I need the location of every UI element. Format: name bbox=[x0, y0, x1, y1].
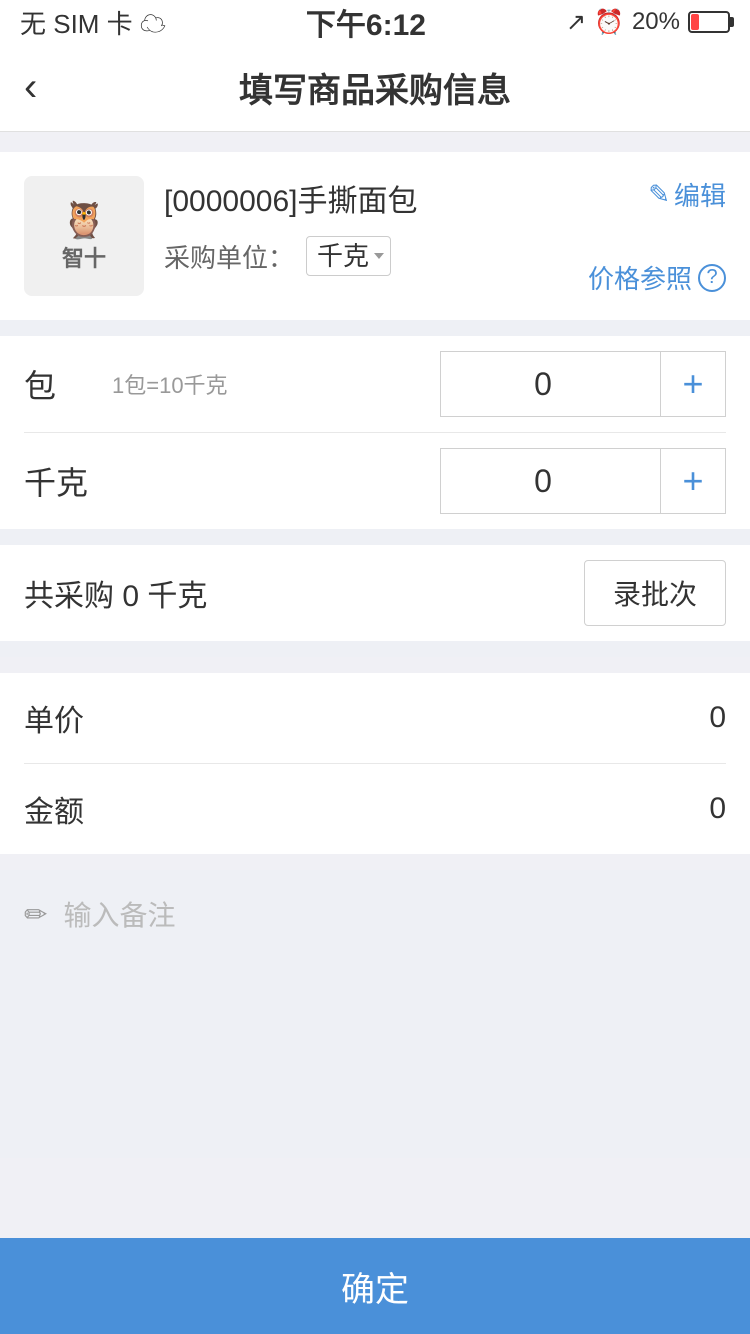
location-icon: ↗ bbox=[566, 8, 586, 37]
input-section: 包 1包=10千克 + 千克 + bbox=[0, 336, 750, 529]
kg-quantity-input[interactable] bbox=[440, 448, 660, 514]
price-section: 单价 0 金额 0 bbox=[0, 673, 750, 854]
status-time: 下午6:12 bbox=[306, 0, 426, 44]
unit-select[interactable]: 千克 包 bbox=[306, 236, 391, 276]
product-image: 🦉 智十 bbox=[24, 176, 144, 296]
divider-1 bbox=[0, 320, 750, 336]
edit-icon: ✎ bbox=[648, 179, 670, 210]
amount-value: 0 bbox=[709, 792, 726, 826]
battery-icon bbox=[688, 11, 730, 33]
kg-plus-button[interactable]: + bbox=[660, 448, 726, 514]
sim-status: 无 SIM 卡 ☁ bbox=[20, 4, 166, 41]
nav-bar: ‹ 填写商品采购信息 bbox=[0, 44, 750, 132]
bag-plus-button[interactable]: + bbox=[660, 351, 726, 417]
edit-button[interactable]: ✎ 编辑 bbox=[648, 176, 726, 213]
unit-price-row: 单价 0 bbox=[0, 673, 750, 763]
bag-sublabel: 1包=10千克 bbox=[112, 368, 228, 400]
alarm-icon: ⏰ bbox=[594, 8, 624, 37]
unit-price-label: 单价 bbox=[24, 696, 84, 740]
amount-row: 金额 0 bbox=[0, 764, 750, 854]
product-actions: ✎ 编辑 bbox=[648, 176, 726, 213]
total-label: 共采购 0 千克 bbox=[24, 571, 207, 615]
bag-input-row: 包 1包=10千克 + bbox=[0, 336, 750, 432]
edit-label: 编辑 bbox=[674, 176, 726, 213]
bag-label: 包 bbox=[24, 361, 104, 407]
unit-price-value: 0 bbox=[709, 701, 726, 735]
page-title: 填写商品采购信息 bbox=[239, 63, 511, 112]
divider-4 bbox=[0, 641, 750, 657]
back-button[interactable]: ‹ bbox=[24, 65, 37, 110]
notes-placeholder: 输入备注 bbox=[63, 894, 175, 934]
kg-label: 千克 bbox=[24, 458, 104, 504]
amount-label: 金额 bbox=[24, 787, 84, 831]
price-ref-label: 价格参照 bbox=[588, 259, 692, 296]
notes-icon: ✏ bbox=[24, 898, 47, 931]
status-bar: 无 SIM 卡 ☁ 下午6:12 ↗ ⏰ 20% bbox=[0, 0, 750, 44]
content-spacer bbox=[0, 958, 750, 1158]
batch-button[interactable]: 录批次 bbox=[584, 560, 726, 626]
bag-quantity-input[interactable] bbox=[440, 351, 660, 417]
product-logo: 🦉 智十 bbox=[62, 199, 107, 273]
kg-input-row: 千克 + bbox=[0, 433, 750, 529]
product-name: [0000006]手撕面包 bbox=[164, 176, 726, 220]
status-right: ↗ ⏰ 20% bbox=[566, 8, 730, 37]
logo-icon: 🦉 bbox=[62, 199, 107, 241]
confirm-button[interactable]: 确定 bbox=[0, 1238, 750, 1334]
unit-label: 采购单位： bbox=[164, 238, 294, 275]
price-ref-button[interactable]: 价格参照 ? bbox=[588, 259, 726, 296]
status-left: 无 SIM 卡 ☁ bbox=[20, 4, 166, 41]
divider-3 bbox=[0, 529, 750, 545]
logo-text: 智十 bbox=[62, 241, 106, 273]
notes-section[interactable]: ✏ 输入备注 bbox=[0, 870, 750, 958]
product-card: 🦉 智十 [0000006]手撕面包 采购单位： 千克 包 ✎ 编辑 价格参照 … bbox=[0, 152, 750, 320]
help-icon: ? bbox=[698, 264, 726, 292]
total-row: 共采购 0 千克 录批次 bbox=[0, 545, 750, 641]
battery-text: 20% bbox=[632, 8, 680, 36]
